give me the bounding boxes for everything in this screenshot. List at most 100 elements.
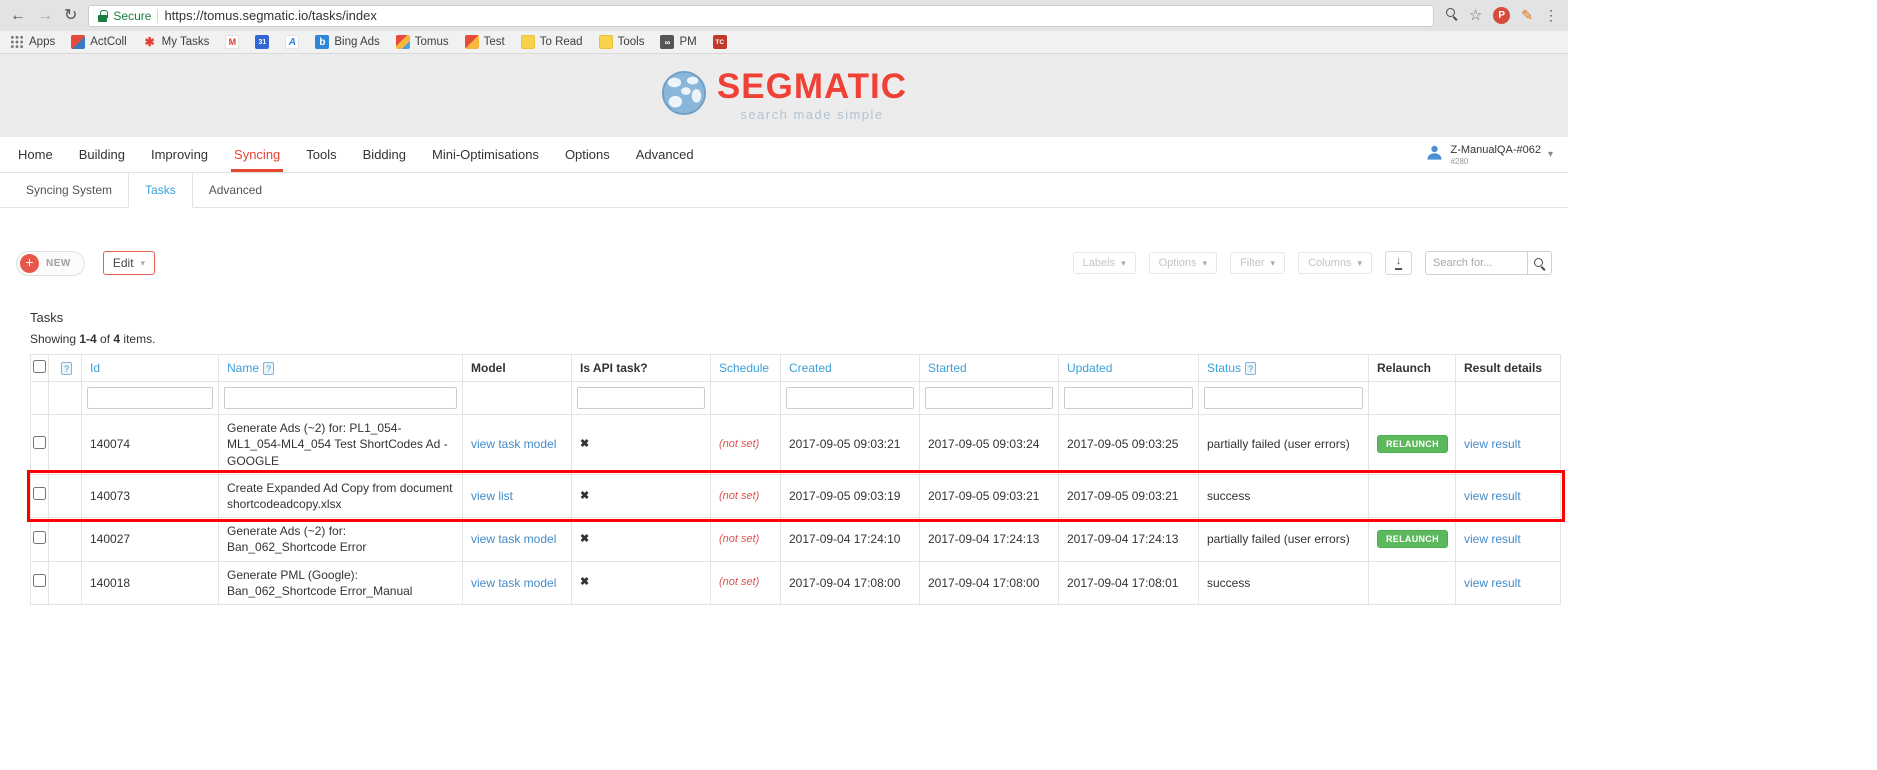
column-header-name[interactable]: Name: [227, 361, 259, 375]
browser-menu-icon[interactable]: ⋮: [1544, 7, 1558, 24]
bookmark-test[interactable]: Test: [464, 35, 505, 49]
filter-created-input[interactable]: [786, 387, 914, 410]
is-api-flag: ✖: [571, 414, 711, 475]
row-checkbox[interactable]: [33, 435, 46, 449]
started-value: 2017-09-05 09:03:24: [919, 414, 1059, 475]
filter-updated-input[interactable]: [1064, 387, 1193, 410]
task-row-highlighted: 140073 Create Expanded Ad Copy from docu…: [30, 473, 1561, 519]
filter-dropdown[interactable]: Filter: [1230, 252, 1286, 274]
subnav-item-advanced[interactable]: Advanced: [193, 173, 278, 207]
model-link[interactable]: view task model: [471, 532, 556, 546]
extension-pencil-icon[interactable]: ✎: [1521, 7, 1533, 24]
bookmark-bing-ads[interactable]: b Bing Ads: [315, 35, 380, 49]
nav-item-bidding[interactable]: Bidding: [350, 137, 419, 172]
column-header-id[interactable]: Id: [90, 361, 100, 375]
status-value: success: [1198, 560, 1369, 605]
zoom-indicator-icon[interactable]: [1445, 7, 1458, 25]
nav-item-building[interactable]: Building: [66, 137, 138, 172]
model-link[interactable]: view list: [471, 489, 513, 503]
bookmark-pm[interactable]: ∞ PM: [660, 35, 697, 49]
bookmark-tc[interactable]: TC: [712, 35, 727, 49]
results-summary: Showing 1-4 of 4 items.: [30, 332, 1538, 346]
help-icon[interactable]: ?: [1245, 362, 1257, 376]
magnifier-glyph: [1445, 7, 1458, 20]
column-header-status[interactable]: Status: [1207, 361, 1241, 375]
options-dropdown[interactable]: Options: [1148, 252, 1218, 274]
extension-p-icon[interactable]: P: [1493, 7, 1511, 24]
nav-item-home[interactable]: Home: [5, 137, 66, 172]
bookmark-gmail[interactable]: M: [225, 35, 240, 49]
bookmark-to-read[interactable]: To Read: [520, 35, 583, 49]
labels-label: Labels: [1082, 257, 1116, 269]
export-button[interactable]: ↓: [1385, 251, 1412, 275]
task-id: 140073: [81, 473, 219, 519]
filter-status-input[interactable]: [1204, 387, 1363, 410]
filter-started-input[interactable]: [925, 387, 1053, 410]
forward-icon[interactable]: →: [37, 7, 53, 24]
filter-id-input[interactable]: [87, 387, 213, 410]
apps-button[interactable]: Apps: [10, 35, 55, 49]
relaunch-button[interactable]: RELAUNCH: [1377, 530, 1448, 549]
column-header-created[interactable]: Created: [789, 361, 832, 375]
subnav-item-syncing-system[interactable]: Syncing System: [10, 173, 128, 207]
updated-value: 2017-09-05 09:03:21: [1058, 473, 1199, 519]
nav-item-syncing[interactable]: Syncing: [221, 137, 293, 172]
nav-item-improving[interactable]: Improving: [138, 137, 221, 172]
column-header-updated[interactable]: Updated: [1067, 361, 1112, 375]
subnav-item-tasks[interactable]: Tasks: [128, 173, 193, 208]
search-input[interactable]: [1425, 251, 1527, 275]
nav-item-advanced[interactable]: Advanced: [623, 137, 707, 172]
my-tasks-icon: ✱: [144, 35, 155, 49]
new-button[interactable]: NEW: [16, 250, 85, 276]
summary-text: of: [96, 332, 114, 346]
segmatic-logo[interactable]: SEGMATIC search made simple: [661, 69, 907, 122]
labels-dropdown[interactable]: Labels: [1072, 252, 1136, 274]
chevron-down-icon: [1548, 149, 1553, 160]
search-group: [1425, 251, 1552, 275]
nav-item-mini-optimisations[interactable]: Mini-Optimisations: [419, 137, 552, 172]
new-button-label: NEW: [46, 257, 71, 269]
columns-dropdown[interactable]: Columns: [1298, 252, 1372, 274]
nav-item-tools[interactable]: Tools: [293, 137, 349, 172]
bookmark-tools[interactable]: Tools: [598, 35, 644, 49]
bookmark-calendar[interactable]: 31: [255, 35, 270, 49]
started-value: 2017-09-04 17:08:00: [919, 560, 1059, 605]
table-header-row: ? Id Name? Model Is API task? Schedule C…: [30, 353, 1561, 383]
row-checkbox[interactable]: [33, 530, 46, 544]
relaunch-button[interactable]: RELAUNCH: [1377, 435, 1448, 454]
result-link[interactable]: view result: [1464, 576, 1521, 590]
model-link[interactable]: view task model: [471, 576, 556, 590]
column-header-started[interactable]: Started: [928, 361, 967, 375]
status-value: partially failed (user errors): [1198, 517, 1369, 562]
select-all-cell: [30, 353, 49, 383]
nav-item-options[interactable]: Options: [552, 137, 623, 172]
bookmark-my-tasks[interactable]: ✱ My Tasks: [143, 35, 210, 49]
filter-name-input[interactable]: [224, 387, 457, 410]
bookmark-star-icon[interactable]: ☆: [1469, 8, 1482, 23]
user-menu[interactable]: Z-ManualQA-#062 #280: [1426, 137, 1563, 172]
column-header-schedule[interactable]: Schedule: [719, 361, 769, 375]
row-checkbox[interactable]: [33, 487, 46, 501]
filter-is-api-input[interactable]: [577, 387, 705, 410]
sub-nav: Syncing System Tasks Advanced: [0, 173, 1568, 208]
row-checkbox[interactable]: [33, 574, 46, 588]
edit-dropdown[interactable]: Edit: [102, 251, 156, 275]
model-link[interactable]: view task model: [471, 437, 556, 451]
task-row: 140027 Generate Ads (~2) for: Ban_062_Sh…: [30, 517, 1561, 562]
bookmark-a[interactable]: A: [285, 35, 300, 49]
search-button[interactable]: [1527, 251, 1552, 275]
refresh-icon[interactable]: ↻: [64, 7, 77, 24]
back-icon[interactable]: ←: [10, 7, 26, 24]
created-value: 2017-09-05 09:03:21: [780, 414, 920, 475]
address-bar[interactable]: Secure https://tomus.segmatic.io/tasks/i…: [88, 4, 1434, 27]
bookmark-actcoll[interactable]: ActColl: [71, 35, 127, 49]
help-icon[interactable]: ?: [263, 362, 275, 376]
result-link[interactable]: view result: [1464, 437, 1521, 451]
result-link[interactable]: view result: [1464, 489, 1521, 503]
select-all-checkbox[interactable]: [33, 359, 46, 373]
bookmark-tomus[interactable]: Tomus: [395, 35, 449, 49]
help-icon[interactable]: ?: [61, 362, 73, 376]
apps-label: Apps: [29, 36, 56, 48]
result-link[interactable]: view result: [1464, 532, 1521, 546]
